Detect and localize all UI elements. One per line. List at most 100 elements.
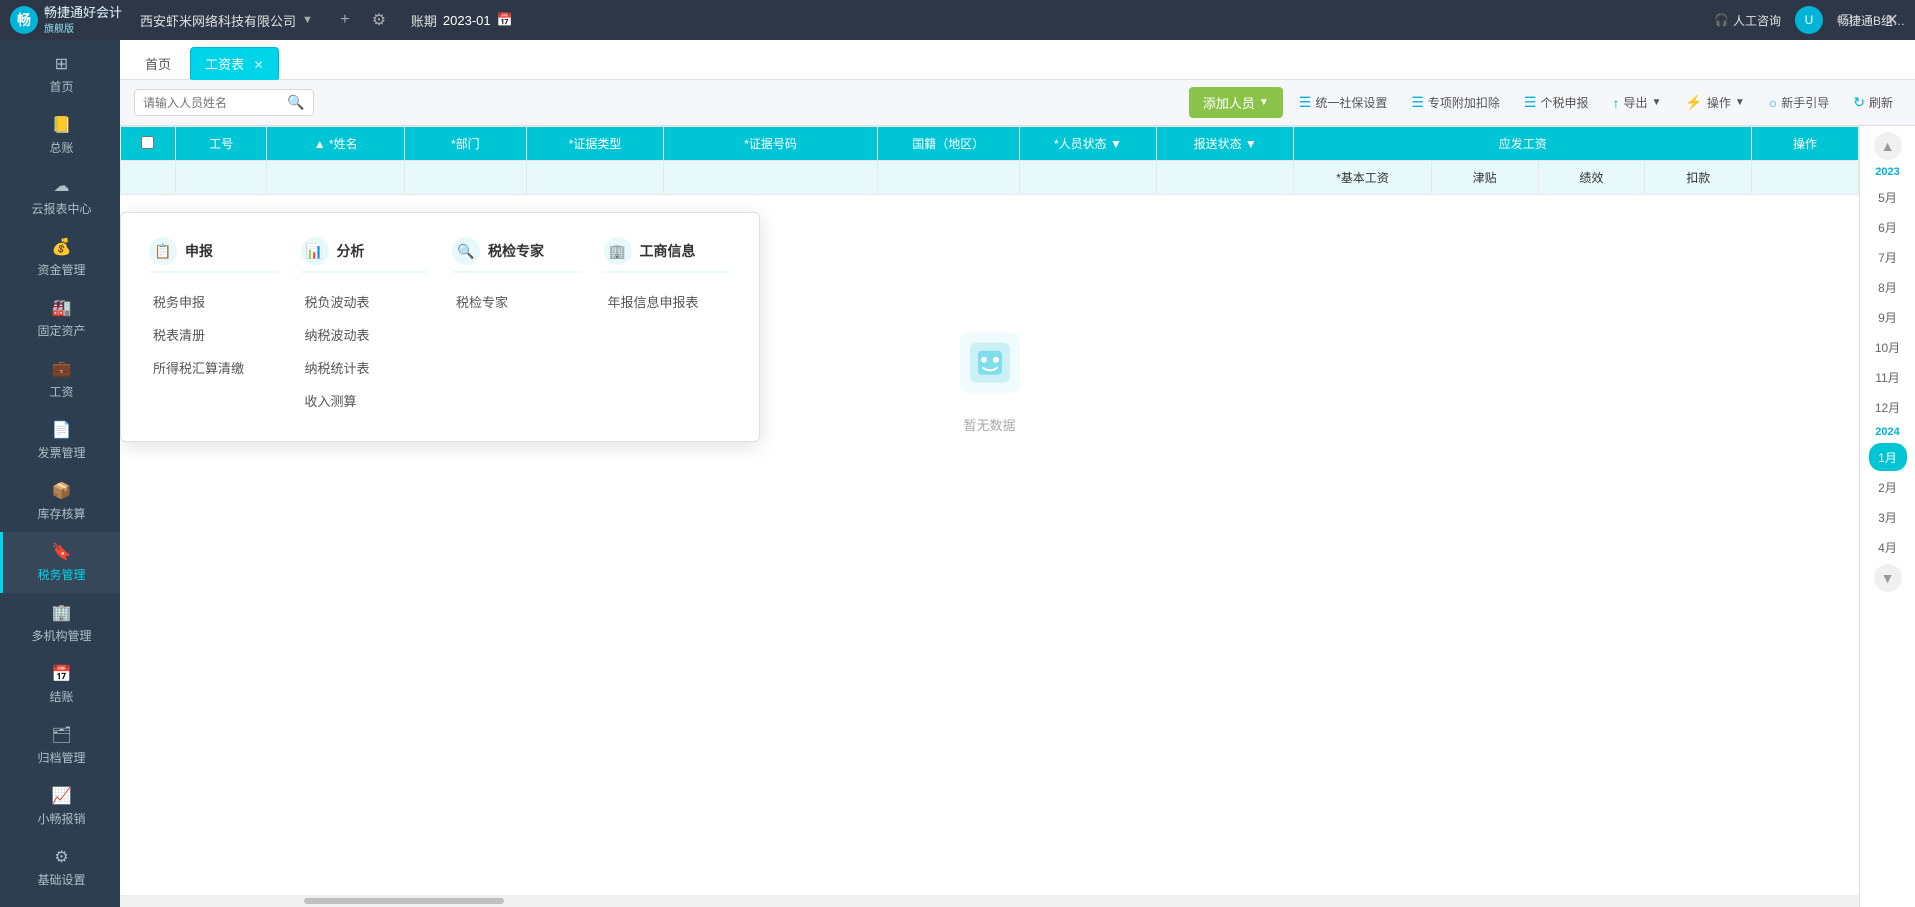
tab-bar: 首页 工资表 ✕ [120, 40, 1915, 80]
empty-text: 暂无数据 [963, 415, 1015, 434]
maximize-button[interactable]: □ [1823, 0, 1869, 40]
dropdown-item-annual-report[interactable]: 年报信息申报表 [604, 285, 732, 318]
dropdown-item-income-estimate[interactable]: 收入测算 [301, 384, 429, 417]
company-chevron-icon: ▼ [302, 14, 313, 26]
tax-dropdown-menu: 📋 申报 税务申报 税表清册 所得税汇算清缴 📊 分析 税负波动表 纳税波动表 … [120, 212, 760, 442]
export-button[interactable]: ↑ 导出 ▼ [1604, 90, 1669, 115]
sidebar-item-close[interactable]: 📅 结账 [0, 654, 120, 715]
company-selector[interactable]: 西安虾米网络科技有限公司 ▼ [140, 11, 313, 30]
special-deduction-button[interactable]: ☰ 专项附加扣除 [1403, 90, 1508, 115]
dropdown-item-tax-report[interactable]: 税务申报 [149, 285, 277, 318]
app-title: 畅捷通好会计 [44, 5, 122, 21]
timeline-up-button[interactable]: ▲ [1874, 132, 1902, 160]
timeline-month-2023-12[interactable]: 12月 [1869, 393, 1907, 421]
home-icon: ⊞ [55, 54, 68, 74]
tax-report-icon: ☰ [1524, 94, 1537, 111]
sidebar-label-report: 小畅报销 [37, 810, 85, 827]
sidebar-label-assets: 固定资产 [37, 322, 85, 339]
service-button[interactable]: 🎧 人工咨询 [1714, 12, 1781, 29]
content-area: 首页 工资表 ✕ 🔍 添加人员 ▼ ☰ 统一社保设置 ☰ 专项附加扣除 [120, 40, 1915, 907]
business-section-icon: 🏢 [604, 237, 632, 265]
app-subtitle: 旗舰版 [44, 20, 122, 35]
calendar-icon[interactable]: 📅 [497, 12, 513, 28]
col-header-status[interactable]: *人员状态 ▼ [1019, 127, 1156, 161]
timeline-month-2024-1[interactable]: 1月 [1869, 443, 1907, 471]
dropdown-section-expert: 🔍 税检专家 税检专家 [440, 229, 592, 425]
timeline-month-2023-5[interactable]: 5月 [1869, 183, 1907, 211]
tax-report-button[interactable]: ☰ 个税申报 [1516, 90, 1597, 115]
timeline-month-2023-9[interactable]: 9月 [1869, 303, 1907, 331]
report-icon: 📈 [52, 786, 72, 806]
topbar-action-buttons: + ⚙ [333, 8, 391, 32]
guide-button[interactable]: ○ 新手引导 [1761, 90, 1837, 115]
sidebar-item-assets[interactable]: 🏭 固定资产 [0, 288, 120, 349]
special-deduction-label: 专项附加扣除 [1428, 94, 1500, 111]
add-button[interactable]: + [333, 8, 357, 32]
sidebar-item-cloud[interactable]: ☁ 云报表中心 [0, 166, 120, 227]
horizontal-scrollbar[interactable] [120, 895, 1859, 907]
dropdown-item-tax-fluctuation[interactable]: 纳税波动表 [301, 318, 429, 351]
tab-salary[interactable]: 工资表 ✕ [190, 47, 279, 79]
sidebar-item-funds[interactable]: 💰 资金管理 [0, 227, 120, 288]
dropdown-item-expert[interactable]: 税检专家 [452, 285, 580, 318]
sidebar-item-settings[interactable]: ⚙ 基础设置 [0, 837, 120, 898]
sidebar-item-multi[interactable]: 🏢 多机构管理 [0, 593, 120, 654]
search-icon: 🔍 [287, 94, 304, 111]
sidebar-label-home: 首页 [49, 78, 73, 95]
sidebar-label-multi: 多机构管理 [31, 627, 91, 644]
sidebar-item-guide[interactable]: ★ 新手引导 [0, 898, 120, 907]
sidebar-item-ledger[interactable]: 📒 总账 [0, 105, 120, 166]
social-security-button[interactable]: ☰ 统一社保设置 [1291, 90, 1396, 115]
search-box: 🔍 [134, 89, 314, 116]
analysis-title: 分析 [337, 241, 365, 261]
sidebar-item-archive[interactable]: 🗂 归档管理 [0, 715, 120, 776]
operate-chevron-icon: ▼ [1735, 97, 1745, 108]
tab-close-icon[interactable]: ✕ [254, 58, 264, 72]
timeline-month-2023-6[interactable]: 6月 [1869, 213, 1907, 241]
dropdown-item-tax-stats[interactable]: 纳税统计表 [301, 351, 429, 384]
sidebar-label-tax: 税务管理 [37, 566, 85, 583]
settings-icon[interactable]: ⚙ [367, 8, 391, 32]
export-chevron-icon: ▼ [1652, 97, 1662, 108]
refresh-button[interactable]: ↻ 刷新 [1845, 90, 1901, 115]
col-header-dept: *部门 [404, 127, 526, 161]
dropdown-item-tax-burden[interactable]: 税负波动表 [301, 285, 429, 318]
user-avatar: U [1795, 6, 1823, 34]
search-input[interactable] [143, 96, 283, 110]
subheader-dept [404, 161, 526, 195]
sidebar-item-report[interactable]: 📈 小畅报销 [0, 776, 120, 837]
timeline-month-2024-4[interactable]: 4月 [1869, 533, 1907, 561]
operate-button[interactable]: ⚡ 操作 ▼ [1677, 90, 1752, 115]
col-header-name[interactable]: ▲ *姓名 [267, 127, 404, 161]
subheader-report [1157, 161, 1294, 195]
operate-label: 操作 [1707, 94, 1731, 111]
sidebar-item-inventory[interactable]: 📦 库存核算 [0, 471, 120, 532]
close-button[interactable]: ✕ [1869, 0, 1915, 40]
col-header-check[interactable] [121, 127, 176, 161]
dropdown-item-income-tax-settle[interactable]: 所得税汇算清缴 [149, 351, 277, 384]
subheader-deduct: 扣款 [1645, 161, 1752, 195]
sidebar-item-tax[interactable]: 🔖 税务管理 [0, 532, 120, 593]
sidebar-label-funds: 资金管理 [37, 261, 85, 278]
tab-home[interactable]: 首页 [130, 47, 186, 79]
timeline-month-2024-3[interactable]: 3月 [1869, 503, 1907, 531]
subheader-check [121, 161, 176, 195]
timeline-month-2023-11[interactable]: 11月 [1869, 363, 1907, 391]
timeline-month-2023-7[interactable]: 7月 [1869, 243, 1907, 271]
sidebar-item-invoice[interactable]: 📄 发票管理 [0, 410, 120, 471]
timeline-month-2024-2[interactable]: 2月 [1869, 473, 1907, 501]
timeline-month-2023-10[interactable]: 10月 [1869, 333, 1907, 361]
assets-icon: 🏭 [52, 298, 72, 318]
col-header-report[interactable]: 报送状态 ▼ [1157, 127, 1294, 161]
timeline-month-2023-8[interactable]: 8月 [1869, 273, 1907, 301]
select-all-checkbox[interactable] [141, 136, 154, 149]
sidebar-item-salary[interactable]: 💼 工资 [0, 349, 120, 410]
sidebar-label-salary: 工资 [49, 383, 73, 400]
add-person-button[interactable]: 添加人员 ▼ [1189, 87, 1283, 118]
col-header-op: 操作 [1752, 127, 1859, 161]
dropdown-item-tax-table[interactable]: 税表清册 [149, 318, 277, 351]
guide-label: 新手引导 [1781, 94, 1829, 111]
scrollbar-thumb[interactable] [304, 898, 504, 904]
timeline-down-button[interactable]: ▼ [1874, 564, 1902, 592]
sidebar-item-home[interactable]: ⊞ 首页 [0, 44, 120, 105]
